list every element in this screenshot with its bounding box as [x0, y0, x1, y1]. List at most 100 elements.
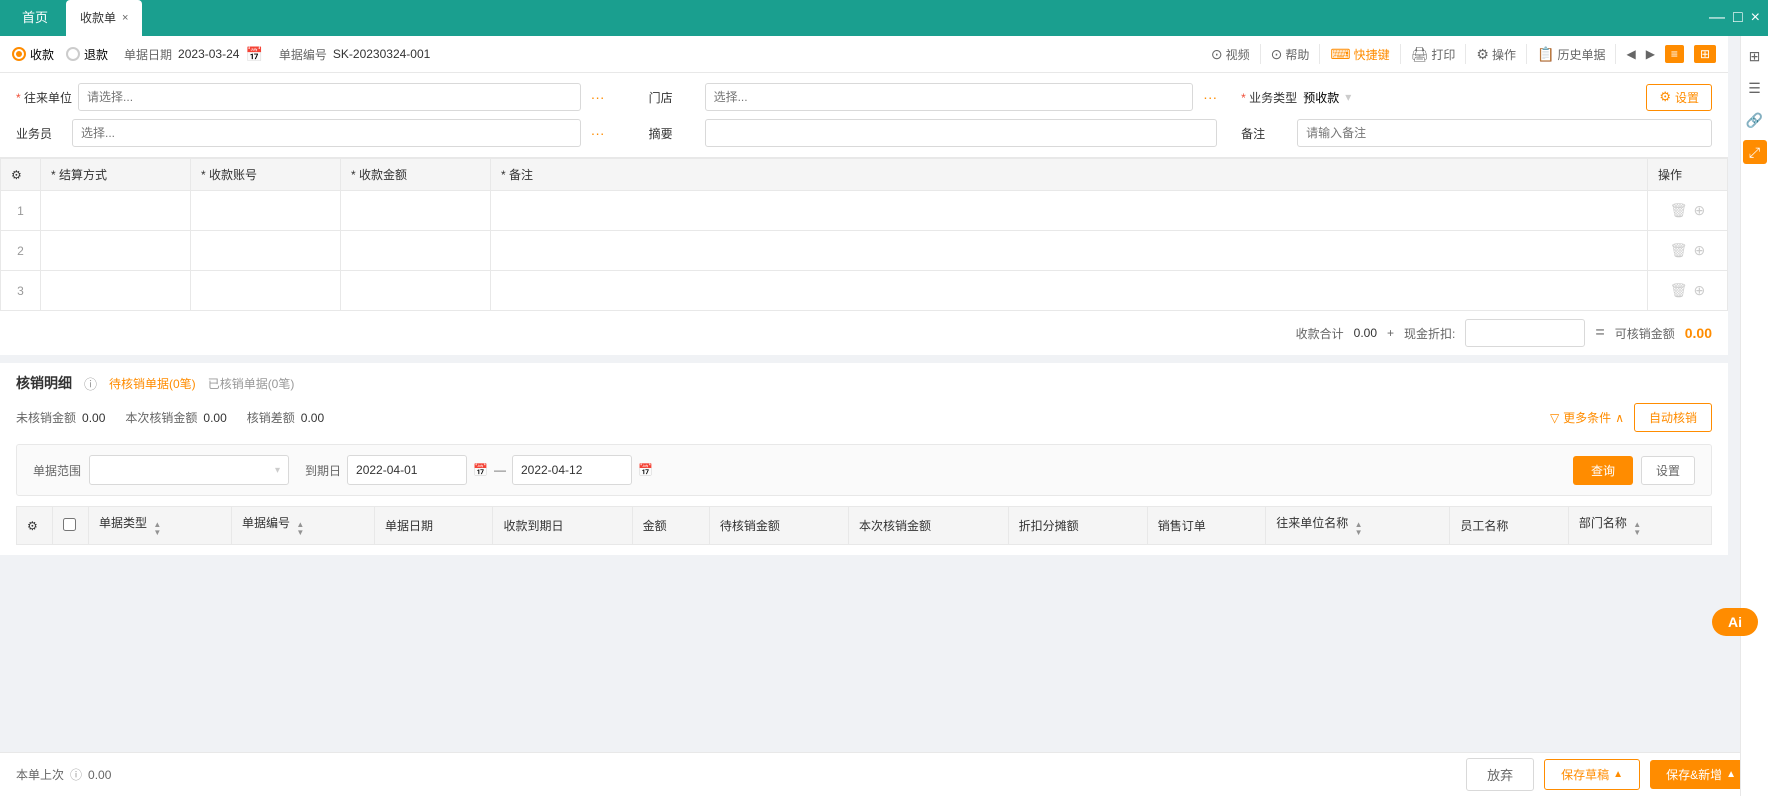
arrow-right-icon[interactable]: ▶: [1646, 47, 1655, 61]
radio-receive[interactable]: 收款: [12, 46, 54, 63]
account-input-2[interactable]: [191, 231, 340, 270]
delete-icon-2[interactable]: 🗑: [1670, 242, 1688, 259]
auto-writeoff-button[interactable]: 自动核销: [1634, 403, 1712, 432]
save-new-button[interactable]: 保存&新增 ▲: [1650, 760, 1752, 789]
bth-current: 本次核销金额: [848, 507, 1008, 545]
divider2: [1319, 44, 1320, 64]
tab-close-icon[interactable]: ×: [122, 0, 128, 36]
settle-input-2[interactable]: [41, 231, 190, 270]
abandon-button[interactable]: 放弃: [1466, 758, 1534, 791]
settle-input-3[interactable]: [41, 271, 190, 310]
filter-settings-button[interactable]: 设置: [1641, 456, 1695, 485]
copy-icon-3[interactable]: ⊕: [1694, 282, 1706, 299]
settings-btn-label: 设置: [1675, 89, 1699, 106]
sidebar-list-icon[interactable]: ☰: [1743, 76, 1767, 100]
divider3: [1400, 44, 1401, 64]
note-cell-2[interactable]: [491, 231, 1648, 271]
salesman-input[interactable]: [72, 119, 581, 147]
arrow-left-icon[interactable]: ◀: [1626, 47, 1635, 61]
amount-input-3[interactable]: [341, 271, 490, 310]
account-cell-2[interactable]: [191, 231, 341, 271]
note-input-1[interactable]: [491, 191, 1647, 230]
footer: 本单上次 ⓘ 0.00 放弃 保存草稿 ▲ 保存&新增 ▲: [0, 752, 1768, 796]
save-new-arrow-icon: ▲: [1726, 769, 1736, 780]
account-input-3[interactable]: [191, 271, 340, 310]
discount-input[interactable]: [1465, 319, 1585, 347]
bth-type: 单据类型 ▲▼: [89, 507, 232, 545]
sidebar-link-icon[interactable]: 🔗: [1743, 108, 1767, 132]
settle-cell-1[interactable]: [41, 191, 191, 231]
copy-icon-1[interactable]: ⊕: [1694, 202, 1706, 219]
sidebar-table-icon[interactable]: ⊞: [1743, 44, 1767, 68]
account-input-1[interactable]: [191, 191, 340, 230]
note-input-3[interactable]: [491, 271, 1647, 310]
counterparty-more-btn[interactable]: ···: [591, 89, 605, 105]
calendar-icon[interactable]: 📅: [245, 46, 262, 63]
tab-bar: 首页 收款单 × — □ ×: [0, 0, 1768, 36]
note-input[interactable]: [1297, 119, 1712, 147]
radio-refund[interactable]: 退款: [66, 46, 108, 63]
account-cell-3[interactable]: [191, 271, 341, 311]
query-button[interactable]: 查询: [1573, 456, 1633, 485]
counterparty-input[interactable]: [78, 83, 581, 111]
calendar-to-icon[interactable]: 📅: [638, 463, 653, 477]
settings-button[interactable]: ⚙ 设置: [1646, 84, 1712, 111]
shortcut-btn[interactable]: ⌨ 快捷键: [1330, 46, 1389, 63]
delete-icon-3[interactable]: 🗑: [1670, 282, 1688, 299]
bth-gear[interactable]: ⚙: [17, 507, 53, 545]
form-row-2: 业务员 ··· 摘要 备注: [16, 119, 1712, 147]
note-cell-1[interactable]: [491, 191, 1648, 231]
amount-input-1[interactable]: [341, 191, 490, 230]
store-more-btn[interactable]: ···: [1203, 89, 1217, 105]
save-draft-button[interactable]: 保存草稿 ▲: [1544, 759, 1640, 790]
tab-current[interactable]: 收款单 ×: [66, 0, 142, 36]
help-btn[interactable]: ⊙ 帮助: [1271, 46, 1310, 63]
video-btn[interactable]: ⊙ 视频: [1211, 46, 1250, 63]
select-all-checkbox[interactable]: [63, 518, 76, 531]
minimize-icon[interactable]: —: [1709, 9, 1725, 27]
th-gear[interactable]: ⚙: [1, 159, 41, 191]
copy-icon-2[interactable]: ⊕: [1694, 242, 1706, 259]
delete-icon-1[interactable]: 🗑: [1670, 202, 1688, 219]
bth-discount: 折扣分摊额: [1008, 507, 1147, 545]
date-from-input[interactable]: [347, 455, 467, 485]
layout-btn[interactable]: ≡: [1665, 45, 1684, 63]
account-cell-1[interactable]: [191, 191, 341, 231]
amount-input-2[interactable]: [341, 231, 490, 270]
business-type-arrow[interactable]: ▾: [1345, 90, 1351, 104]
note-label: 备注: [1241, 125, 1291, 142]
scope-select[interactable]: ▾: [89, 455, 289, 485]
store-input[interactable]: [705, 83, 1194, 111]
amount-cell-1[interactable]: [341, 191, 491, 231]
note-cell-3[interactable]: [491, 271, 1648, 311]
note-input-2[interactable]: [491, 231, 1647, 270]
ai-badge[interactable]: Ai: [1712, 608, 1758, 636]
sidebar-expand-icon[interactable]: ⤢: [1743, 140, 1767, 164]
close-icon[interactable]: ×: [1751, 9, 1760, 27]
history-btn[interactable]: 📋 历史单据: [1537, 46, 1605, 63]
settle-input-1[interactable]: [41, 191, 190, 230]
settle-cell-2[interactable]: [41, 231, 191, 271]
salesman-more-btn[interactable]: ···: [591, 125, 605, 141]
grid-btn[interactable]: ⊞: [1694, 45, 1716, 63]
info-icon[interactable]: ⓘ: [84, 374, 97, 393]
settle-cell-3[interactable]: [41, 271, 191, 311]
completed-tab[interactable]: 已核销单据(0笔): [208, 375, 295, 392]
print-btn[interactable]: 🖨 打印: [1411, 46, 1456, 63]
diff-stat: 核销差额 0.00: [247, 409, 324, 426]
uncleared-stat: 未核销金额 0.00: [16, 409, 105, 426]
amount-cell-2[interactable]: [341, 231, 491, 271]
operation-btn[interactable]: ⚙ 操作: [1476, 46, 1516, 63]
pending-tab[interactable]: 待核销单据(0笔): [109, 375, 196, 392]
bth-check[interactable]: [53, 507, 89, 545]
more-conditions-btn[interactable]: ▽ 更多条件 ∧: [1550, 409, 1624, 426]
summary-input[interactable]: [705, 119, 1218, 147]
maximize-icon[interactable]: □: [1733, 9, 1743, 27]
info-icon-footer[interactable]: ⓘ: [70, 766, 82, 783]
amount-cell-3[interactable]: [341, 271, 491, 311]
date-to-input[interactable]: [512, 455, 632, 485]
receivable-label: 可核销金额: [1615, 325, 1675, 342]
tab-home[interactable]: 首页: [8, 0, 62, 36]
diff-value: 0.00: [301, 411, 324, 425]
calendar-from-icon[interactable]: 📅: [473, 463, 488, 477]
